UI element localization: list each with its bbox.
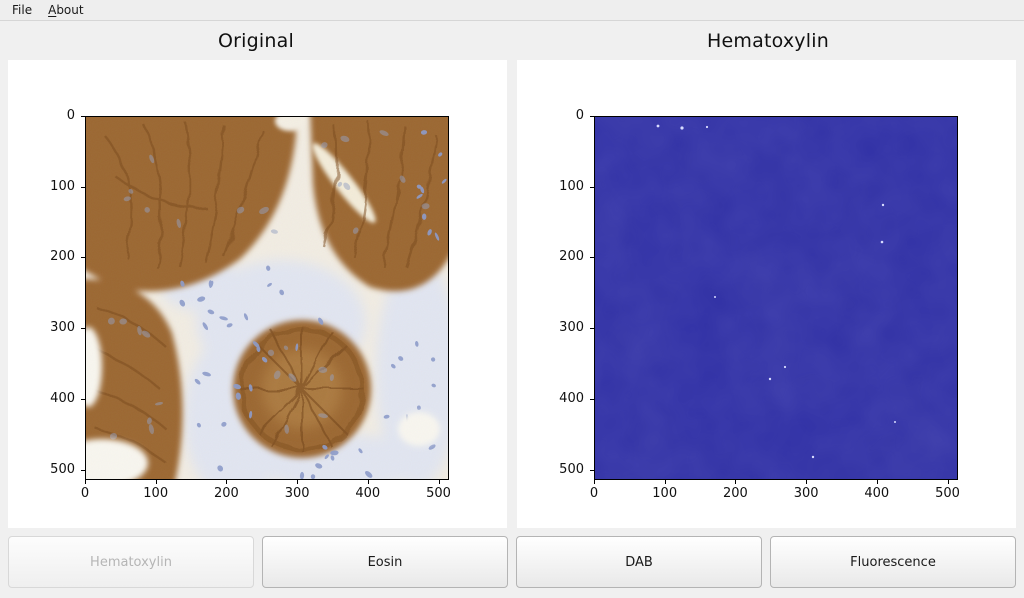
- dab-button[interactable]: DAB: [516, 536, 762, 588]
- panel-hematoxylin: 0 100 200 300 400 500 0 100 200 300 400 500: [517, 60, 1016, 528]
- x-tick-mark: [438, 480, 440, 484]
- grain-overlay: [86, 117, 448, 479]
- x-tick-mark: [155, 480, 157, 484]
- figure-original: 0 100 200 300 400 500 0 100 200 300 400 500: [8, 60, 507, 528]
- hematoxylin-light-texture: [595, 117, 957, 479]
- x-tick-label: 200: [213, 486, 239, 501]
- x-tick-label: 200: [722, 486, 748, 501]
- hematoxylin-button[interactable]: Hematoxylin: [8, 536, 254, 588]
- original-histology-image: [86, 117, 448, 479]
- x-tick-label: 300: [284, 486, 310, 501]
- figure-hematoxylin: 0 100 200 300 400 500 0 100 200 300 400 500: [517, 60, 1016, 528]
- eosin-button[interactable]: Eosin: [262, 536, 508, 588]
- x-tick-label: 500: [935, 486, 960, 501]
- y-tick-label: 100: [559, 178, 584, 194]
- x-tick-label: 500: [426, 486, 451, 501]
- x-tick-label: 400: [864, 486, 890, 501]
- menu-about[interactable]: About: [40, 1, 92, 19]
- y-tick-label: 100: [50, 178, 75, 194]
- y-tick-label: 400: [559, 390, 584, 406]
- x-tick-mark: [664, 480, 666, 484]
- y-tick-label: 200: [559, 249, 584, 265]
- menu-file[interactable]: File: [4, 1, 40, 19]
- menubar: File About: [0, 0, 1024, 21]
- x-tick-label: 0: [589, 486, 599, 501]
- x-tick-mark: [367, 480, 369, 484]
- x-tick-mark: [876, 480, 878, 484]
- plot-panels-row: 0 100 200 300 400 500 0 100 200 300 400 500: [0, 60, 1024, 528]
- x-tick-mark: [806, 480, 808, 484]
- y-tick-label: 0: [575, 108, 584, 123]
- original-image-plot: [85, 116, 449, 480]
- y-tick-label: 300: [50, 320, 75, 336]
- fluorescence-button[interactable]: Fluorescence: [770, 536, 1016, 588]
- panel-title-hematoxylin: Hematoxylin: [707, 30, 829, 52]
- x-tick-mark: [297, 480, 299, 484]
- stain-toolbar: Hematoxylin Eosin DAB Fluorescence: [0, 528, 1024, 588]
- y-tick-label: 500: [50, 461, 75, 477]
- hematoxylin-image-plot: [594, 116, 958, 480]
- y-tick-label: 200: [50, 249, 75, 265]
- y-tick-label: 400: [50, 390, 75, 406]
- panel-original: 0 100 200 300 400 500 0 100 200 300 400 500: [8, 60, 507, 528]
- x-tick-label: 100: [143, 486, 169, 501]
- x-tick-mark: [85, 480, 86, 484]
- y-tick-label: 500: [559, 461, 584, 477]
- x-tick-mark: [735, 480, 737, 484]
- y-tick-label: 300: [559, 320, 584, 336]
- x-tick-mark: [226, 480, 228, 484]
- panel-titles-row: Original Hematoxylin: [0, 21, 1024, 60]
- x-tick-label: 0: [80, 486, 90, 501]
- x-tick-mark: [594, 480, 595, 484]
- hematoxylin-channel-image: [595, 117, 957, 479]
- x-tick-mark: [947, 480, 949, 484]
- x-tick-label: 100: [652, 486, 678, 501]
- panel-title-original: Original: [218, 30, 294, 52]
- y-tick-label: 0: [66, 108, 75, 123]
- x-tick-label: 400: [355, 486, 381, 501]
- x-tick-label: 300: [793, 486, 819, 501]
